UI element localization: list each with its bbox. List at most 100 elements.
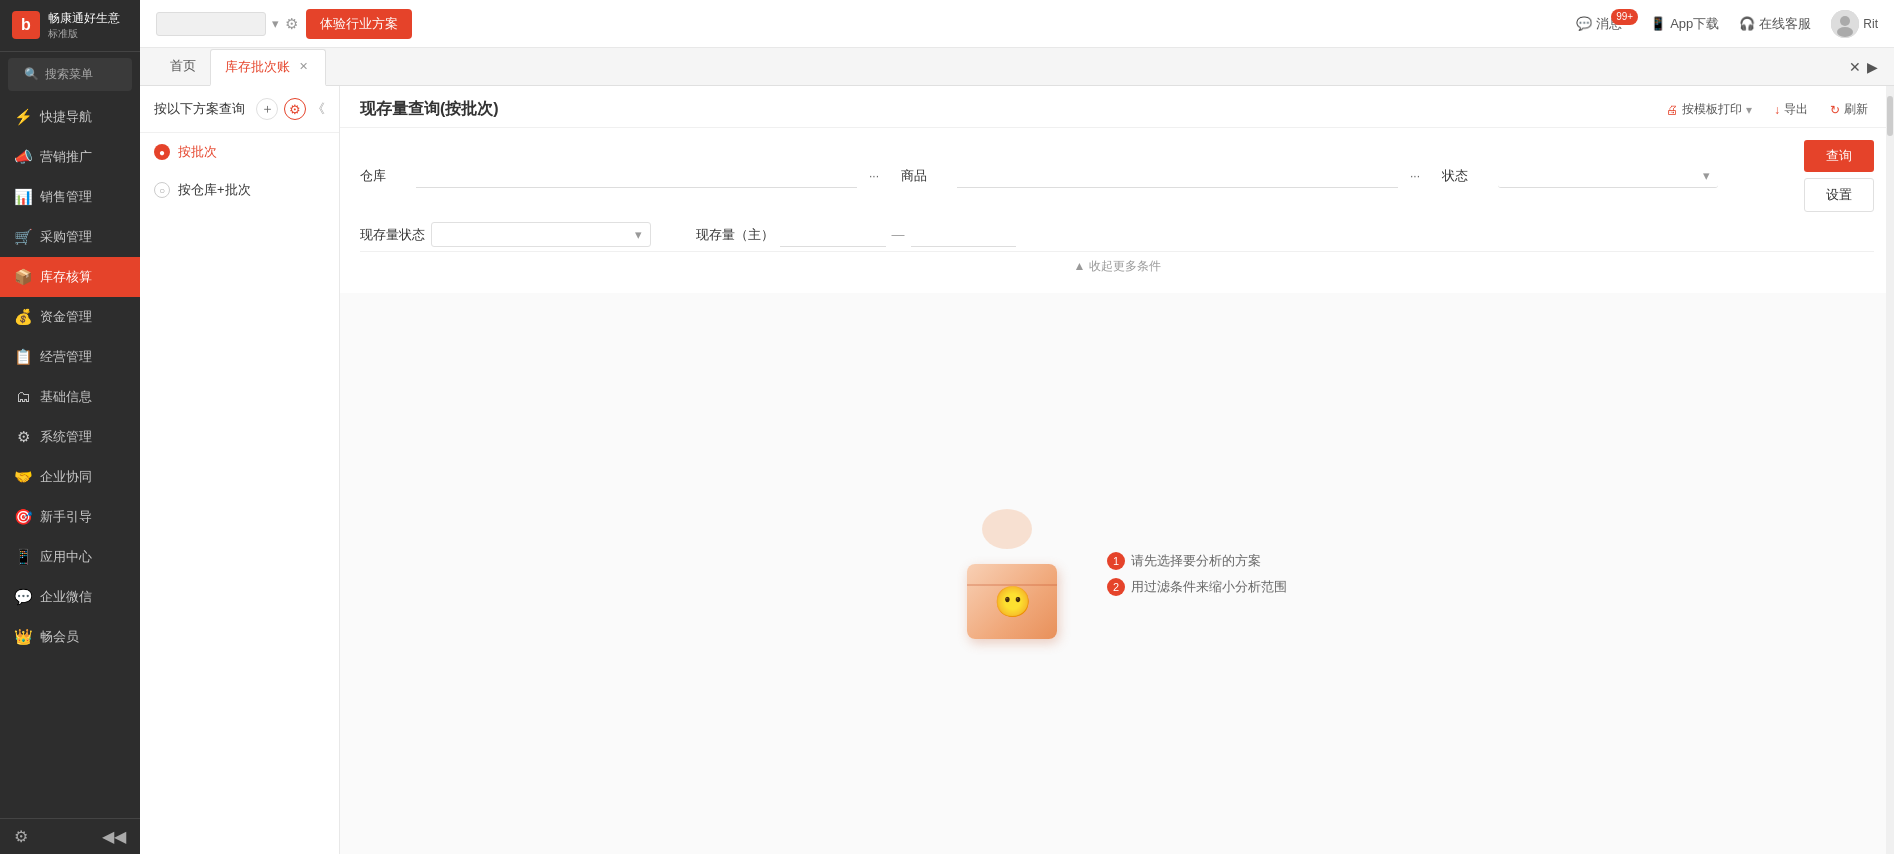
scheme-header-icons: ＋ ⚙ 《 — [256, 98, 325, 120]
app-download-btn[interactable]: 📱 App下载 — [1650, 15, 1719, 33]
sidebar-item-collab[interactable]: 🤝 企业协同 — [0, 457, 140, 497]
tab-close-icon[interactable]: ✕ — [296, 59, 311, 74]
sidebar-item-finance[interactable]: 💰 资金管理 — [0, 297, 140, 337]
sidebar-item-newguide[interactable]: 🎯 新手引导 — [0, 497, 140, 537]
sidebar-item-operations[interactable]: 📋 经营管理 — [0, 337, 140, 377]
scheme-collapse-btn[interactable]: 《 — [312, 100, 325, 118]
sidebar-search[interactable]: 🔍 搜索菜单 — [8, 58, 132, 91]
topbar: ▾ ⚙ 体验行业方案 💬 消息 99+ 📱 App下载 🎧 在线客服 — [140, 0, 1894, 48]
print-icon: 🖨 — [1666, 103, 1678, 117]
quick-nav-label: 快捷导航 — [40, 108, 92, 126]
scheme-header-label: 按以下方案查询 — [154, 100, 245, 118]
collapse-bar[interactable]: ▲ 收起更多条件 — [360, 251, 1874, 281]
topbar-settings-icon[interactable]: ⚙ — [285, 15, 298, 33]
online-service-btn[interactable]: 🎧 在线客服 — [1739, 15, 1811, 33]
product-more-btn[interactable]: ··· — [1404, 167, 1426, 185]
tip2-text: 用过滤条件来缩小分析范围 — [1131, 578, 1287, 596]
main-area: ▾ ⚙ 体验行业方案 💬 消息 99+ 📱 App下载 🎧 在线客服 — [140, 0, 1894, 854]
sidebar-item-sales[interactable]: 📊 销售管理 — [0, 177, 140, 217]
sidebar-logo: b 畅康通好生意 标准版 — [0, 0, 140, 52]
inventory-label: 库存核算 — [40, 268, 92, 286]
warehouse-more-btn[interactable]: ··· — [863, 167, 885, 185]
sidebar-item-inventory[interactable]: 📦 库存核算 — [0, 257, 140, 297]
page-scrollbar[interactable] — [1886, 86, 1894, 854]
search-label: 搜索菜单 — [45, 66, 93, 83]
sidebar-item-purchase[interactable]: 🛒 采购管理 — [0, 217, 140, 257]
empty-tips: 1 请先选择要分析的方案 2 用过滤条件来缩小分析范围 — [1107, 552, 1287, 596]
sidebar-footer: ⚙ ◀◀ — [0, 818, 140, 854]
topbar-search-input[interactable] — [156, 12, 266, 36]
operations-label: 经营管理 — [40, 348, 92, 366]
settings-btn[interactable]: 设置 — [1804, 178, 1874, 212]
sidebar-item-appcenter[interactable]: 📱 应用中心 — [0, 537, 140, 577]
print-btn[interactable]: 🖨 按模板打印 ▾ — [1660, 98, 1758, 121]
query-btn[interactable]: 查询 — [1804, 140, 1874, 172]
page-scroll-thumb — [1887, 96, 1893, 136]
page-content: 按以下方案查询 ＋ ⚙ 《 ● 按批次 ○ 按仓库+批次 现存量查询(按批次) — [140, 86, 1894, 854]
tab-inventory-batch[interactable]: 库存批次账 ✕ — [210, 49, 326, 86]
topbar-left: ▾ ⚙ 体验行业方案 — [156, 9, 412, 39]
stock-qty-to-input[interactable] — [911, 223, 1017, 247]
status-dropdown-icon: ▾ — [1703, 168, 1710, 183]
filter-area: 仓库 ··· 商品 ··· 状态 ▾ — [340, 128, 1894, 293]
membership-icon: 👑 — [14, 628, 32, 646]
print-dropdown-icon[interactable]: ▾ — [1746, 103, 1752, 117]
scheme-dot-inactive: ○ — [154, 182, 170, 198]
sidebar-item-quick-nav[interactable]: ⚡ 快捷导航 — [0, 97, 140, 137]
service-icon: 🎧 — [1739, 16, 1755, 31]
empty-illustration: 😶 — [947, 509, 1077, 639]
settings-icon[interactable]: ⚙ — [14, 827, 28, 846]
empty-tip-1: 1 请先选择要分析的方案 — [1107, 552, 1287, 570]
empty-state: 😶 1 请先选择要分析的方案 2 用过滤条件来缩小分析 — [340, 293, 1894, 854]
scheme-add-btn[interactable]: ＋ — [256, 98, 278, 120]
filter-product-field: 商品 ··· — [901, 164, 1426, 188]
sales-label: 销售管理 — [40, 188, 92, 206]
membership-label: 畅会员 — [40, 628, 79, 646]
scheme-settings-btn[interactable]: ⚙ — [284, 98, 306, 120]
collapse-sidebar-icon[interactable]: ◀◀ — [102, 827, 126, 846]
sidebar-nav: ⚡ 快捷导航 📣 营销推广 📊 销售管理 🛒 采购管理 📦 库存核算 💰 资金管… — [0, 97, 140, 818]
stock-qty-dash: — — [892, 227, 905, 242]
scheme-item-warehouse-batch[interactable]: ○ 按仓库+批次 — [140, 171, 339, 209]
sidebar-item-wechat[interactable]: 💬 企业微信 — [0, 577, 140, 617]
system-label: 系统管理 — [40, 428, 92, 446]
stock-qty-from-input[interactable] — [780, 223, 886, 247]
stock-qty-label: 现存量（主） — [696, 226, 774, 244]
collab-icon: 🤝 — [14, 468, 32, 486]
newguide-icon: 🎯 — [14, 508, 32, 526]
status-label: 状态 — [1442, 167, 1492, 185]
sidebar-item-basic-info[interactable]: 🗂 基础信息 — [0, 377, 140, 417]
tab-more-icon[interactable]: ▶ — [1867, 59, 1878, 75]
finance-icon: 💰 — [14, 308, 32, 326]
user-area[interactable]: Rit — [1831, 10, 1878, 38]
tab-home[interactable]: 首页 — [156, 49, 210, 85]
messages-btn[interactable]: 💬 消息 99+ — [1576, 15, 1630, 33]
sales-icon: 📊 — [14, 188, 32, 206]
warehouse-input[interactable] — [416, 164, 857, 188]
stock-status-select[interactable]: ▾ — [431, 222, 651, 247]
status-select[interactable]: ▾ — [1498, 164, 1718, 188]
purchase-icon: 🛒 — [14, 228, 32, 246]
sidebar-item-marketing[interactable]: 📣 营销推广 — [0, 137, 140, 177]
query-header: 现存量查询(按批次) 🖨 按模板打印 ▾ ↓ 导出 ↻ 刷新 — [340, 86, 1894, 128]
wechat-icon: 💬 — [14, 588, 32, 606]
marketing-label: 营销推广 — [40, 148, 92, 166]
svg-point-2 — [1837, 27, 1853, 37]
product-input[interactable] — [957, 164, 1398, 188]
box-face-icon: 😶 — [994, 584, 1031, 619]
tab-close-page-icon[interactable]: ✕ — [1849, 59, 1861, 75]
scheme-item-batch[interactable]: ● 按批次 — [140, 133, 339, 171]
export-label: 导出 — [1784, 101, 1808, 118]
export-btn[interactable]: ↓ 导出 — [1768, 98, 1814, 121]
appcenter-icon: 📱 — [14, 548, 32, 566]
filter-status-field: 状态 ▾ — [1442, 164, 1782, 188]
sidebar-item-system[interactable]: ⚙ 系统管理 — [0, 417, 140, 457]
logo-text-area: 畅康通好生意 标准版 — [48, 10, 120, 41]
trial-btn[interactable]: 体验行业方案 — [306, 9, 412, 39]
messages-badge: 99+ — [1611, 9, 1638, 25]
topbar-search-area: ▾ ⚙ — [156, 12, 298, 36]
topbar-dropdown-icon[interactable]: ▾ — [272, 16, 279, 31]
newguide-label: 新手引导 — [40, 508, 92, 526]
sidebar-item-membership[interactable]: 👑 畅会员 — [0, 617, 140, 657]
refresh-btn[interactable]: ↻ 刷新 — [1824, 98, 1874, 121]
